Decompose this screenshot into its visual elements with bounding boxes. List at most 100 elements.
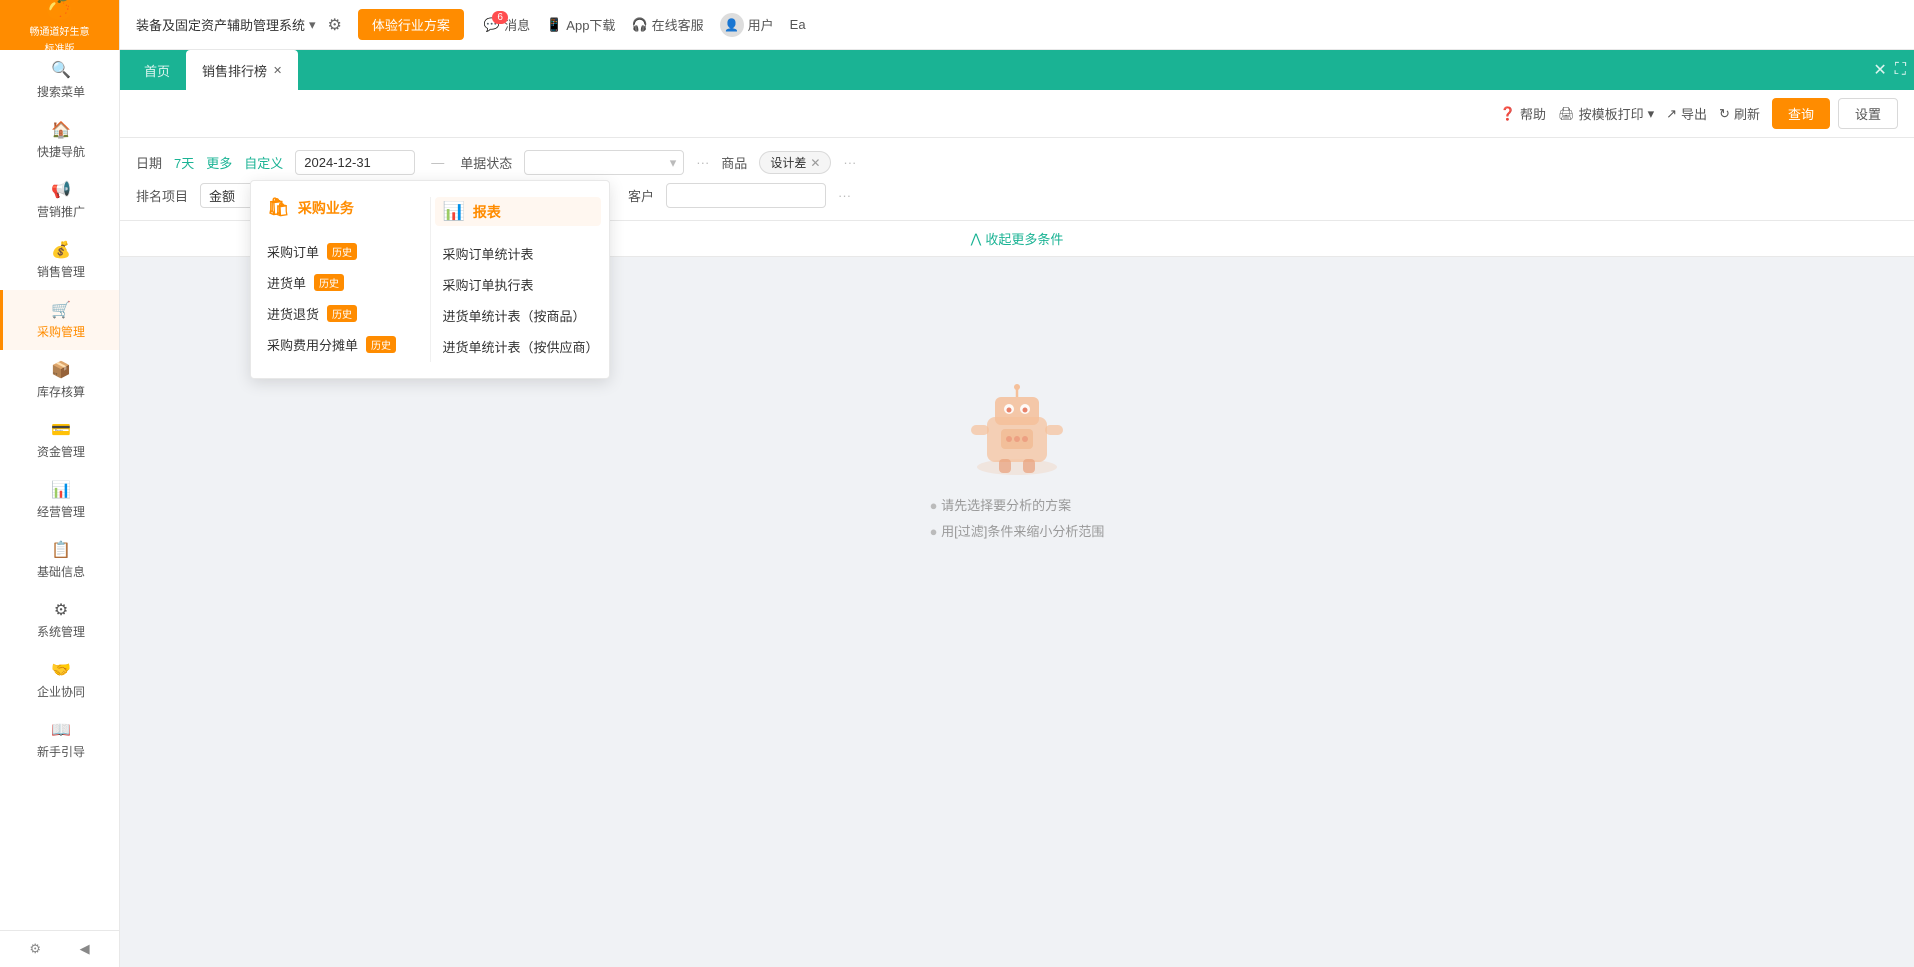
- tabbar: 首页 销售排行榜 ✕ ✕ ⛶: [120, 50, 1914, 90]
- doc-status-chevron-icon: ▾: [670, 155, 677, 171]
- refresh-icon: ↻: [1719, 106, 1730, 122]
- tab-close-icon[interactable]: ✕: [273, 64, 282, 77]
- enterprise-icon: 🤝: [51, 660, 71, 680]
- print-chevron-icon: ▾: [1648, 106, 1655, 122]
- sidebar-bottom: ⚙ ◀: [0, 930, 119, 967]
- content-area: ❓ 帮助 🖨 按模板打印 ▾ ↗ 导出 ↻ 刷新: [120, 90, 1914, 967]
- sidebar-item-label: 营销推广: [37, 203, 85, 220]
- refresh-label: 刷新: [1734, 104, 1760, 123]
- dropdown-item-return[interactable]: 进货退货 历史: [267, 298, 418, 329]
- sidebar-item-basic-info[interactable]: 📋 基础信息: [0, 530, 119, 590]
- logo-text: 畅通道好生意: [30, 23, 90, 38]
- date-preset-more[interactable]: 更多: [206, 153, 232, 172]
- toolbar-right: ❓ 帮助 🖨 按模板打印 ▾ ↗ 导出 ↻ 刷新: [1500, 104, 1760, 123]
- tab-expand-icon[interactable]: ⛶: [1895, 61, 1906, 79]
- sidebar-item-search[interactable]: 🔍 搜索菜单: [0, 50, 119, 110]
- operations-icon: 📊: [51, 480, 71, 500]
- sidebar-item-system[interactable]: ⚙ 系统管理: [0, 590, 119, 650]
- sidebar-item-finance[interactable]: 💳 资金管理: [0, 410, 119, 470]
- guide-icon: 📖: [51, 720, 71, 740]
- col1-icon: 🛍: [267, 197, 290, 218]
- toolbar-row: ❓ 帮助 🖨 按模板打印 ▾ ↗ 导出 ↻ 刷新: [120, 90, 1914, 138]
- tab-home-label: 首页: [144, 61, 170, 80]
- tab-sales-rank[interactable]: 销售排行榜 ✕: [186, 50, 298, 90]
- topbar: 装备及固定资产辅助管理系统 ▾ ⚙ 体验行业方案 💬 6 消息 📱 App下载 …: [120, 0, 1914, 50]
- main-area: 装备及固定资产辅助管理系统 ▾ ⚙ 体验行业方案 💬 6 消息 📱 App下载 …: [120, 0, 1914, 967]
- dropdown-item-order-exec[interactable]: 采购订单执行表: [443, 269, 594, 300]
- sidebar-item-operations[interactable]: 📊 经营管理: [0, 470, 119, 530]
- dropdown-item-inbound-by-supplier[interactable]: 进货单统计表（按供应商）: [443, 331, 594, 362]
- logo-icon: 🍊: [46, 0, 73, 21]
- app-download-item[interactable]: 📱 App下载: [546, 15, 615, 34]
- topbar-system: 装备及固定资产辅助管理系统 ▾ ⚙ 体验行业方案: [136, 9, 464, 40]
- goods-tag[interactable]: 设计差 ✕: [759, 151, 831, 174]
- app-download-label: App下载: [566, 15, 615, 34]
- doc-status-input[interactable]: [524, 150, 684, 175]
- dropdown-item-order-stats[interactable]: 采购订单统计表: [443, 238, 594, 269]
- customer-input[interactable]: [666, 183, 826, 208]
- message-badge-wrap: 💬 6: [484, 17, 500, 33]
- help-label: 帮助: [1520, 104, 1546, 123]
- sidebar-collapse-icon[interactable]: ◀: [80, 941, 90, 957]
- sidebar-item-label: 库存核算: [37, 383, 85, 400]
- dropdown-item-purchase-order[interactable]: 采购订单 历史: [267, 236, 418, 267]
- sidebar: 🍊 畅通道好生意 标准版 🔍 搜索菜单 🏠 快捷导航 📢 营销推广 💰 销售管理…: [0, 0, 120, 967]
- customer-label: 客户: [628, 186, 654, 205]
- date-preset-7days[interactable]: 7天: [174, 153, 194, 172]
- dropdown-item-cost[interactable]: 采购费用分摊单 历史: [267, 329, 418, 360]
- tab-close-all-icon[interactable]: ✕: [1873, 60, 1886, 80]
- phone-icon: 📱: [546, 17, 562, 33]
- sidebar-item-quick-nav[interactable]: 🏠 快捷导航: [0, 110, 119, 170]
- sidebar-item-inventory[interactable]: 📦 库存核算: [0, 350, 119, 410]
- dropdown-item-inbound-by-goods[interactable]: 进货单统计表（按商品）: [443, 300, 594, 331]
- goods-tag-text: 设计差: [770, 154, 806, 171]
- print-label: 按模板打印: [1579, 104, 1644, 123]
- sidebar-settings-icon[interactable]: ⚙: [29, 941, 41, 957]
- inbound-by-supplier-label: 进货单统计表（按供应商）: [443, 337, 594, 356]
- user-item[interactable]: 👤 用户: [720, 13, 774, 37]
- online-service-item[interactable]: 🎧 在线客服: [631, 15, 703, 34]
- sidebar-item-sales[interactable]: 💰 销售管理: [0, 230, 119, 290]
- export-label: 导出: [1681, 104, 1707, 123]
- industry-btn[interactable]: 体验行业方案: [358, 9, 464, 40]
- sidebar-item-label: 搜索菜单: [37, 83, 85, 100]
- return-label: 进货退货: [267, 304, 319, 323]
- sidebar-item-label: 经营管理: [37, 503, 85, 520]
- system-icon: ⚙: [54, 600, 68, 620]
- sidebar-item-purchase[interactable]: 🛒 采购管理: [0, 290, 119, 350]
- date-input[interactable]: [295, 150, 415, 175]
- topbar-gear-icon[interactable]: ⚙: [328, 15, 342, 35]
- tab-home[interactable]: 首页: [128, 50, 186, 90]
- date-custom[interactable]: 自定义: [244, 153, 283, 172]
- refresh-item[interactable]: ↻ 刷新: [1719, 104, 1760, 123]
- settings-button[interactable]: 设置: [1838, 98, 1898, 129]
- dropdown-item-inbound[interactable]: 进货单 历史: [267, 267, 418, 298]
- marketing-icon: 📢: [51, 180, 71, 200]
- print-item[interactable]: 🖨 按模板打印 ▾: [1558, 104, 1654, 123]
- filter-row-1: 日期 7天 更多 自定义 — 单据状态 ▾ ··· 商品 设计差 ✕: [136, 150, 1898, 175]
- history-badge-4: 历史: [366, 336, 396, 353]
- goods-dots: ···: [843, 155, 856, 170]
- goods-label: 商品: [721, 153, 747, 172]
- message-item[interactable]: 💬 6 消息: [484, 15, 530, 34]
- sidebar-item-enterprise[interactable]: 🤝 企业协同: [0, 650, 119, 710]
- query-button[interactable]: 查询: [1772, 98, 1830, 129]
- purchase-icon: 🛒: [51, 300, 71, 320]
- system-dropdown-icon[interactable]: ▾: [309, 17, 316, 33]
- help-item[interactable]: ❓ 帮助: [1500, 104, 1546, 123]
- app-logo: 🍊 畅通道好生意 标准版: [0, 0, 119, 50]
- empty-tip-2: 用[过滤]条件来缩小分析范围: [930, 519, 1105, 545]
- dropdown-col-reports: 📊 报表 采购订单统计表 采购订单执行表 进货单统计表（按商品） 进货单统计表（…: [443, 197, 594, 362]
- sidebar-item-guide[interactable]: 📖 新手引导: [0, 710, 119, 770]
- sidebar-item-label: 基础信息: [37, 563, 85, 580]
- inbound-by-goods-label: 进货单统计表（按商品）: [443, 306, 586, 325]
- online-service-label: 在线客服: [652, 15, 704, 34]
- export-item[interactable]: ↗ 导出: [1666, 104, 1707, 123]
- system-name: 装备及固定资产辅助管理系统: [136, 15, 305, 34]
- inbound-label: 进货单: [267, 273, 306, 292]
- sidebar-item-label: 销售管理: [37, 263, 85, 280]
- history-badge-2: 历史: [314, 274, 344, 291]
- sidebar-item-marketing[interactable]: 📢 营销推广: [0, 170, 119, 230]
- topbar-right: 💬 6 消息 📱 App下载 🎧 在线客服 👤 用户 Ea: [484, 13, 806, 37]
- goods-tag-close-icon[interactable]: ✕: [810, 156, 820, 170]
